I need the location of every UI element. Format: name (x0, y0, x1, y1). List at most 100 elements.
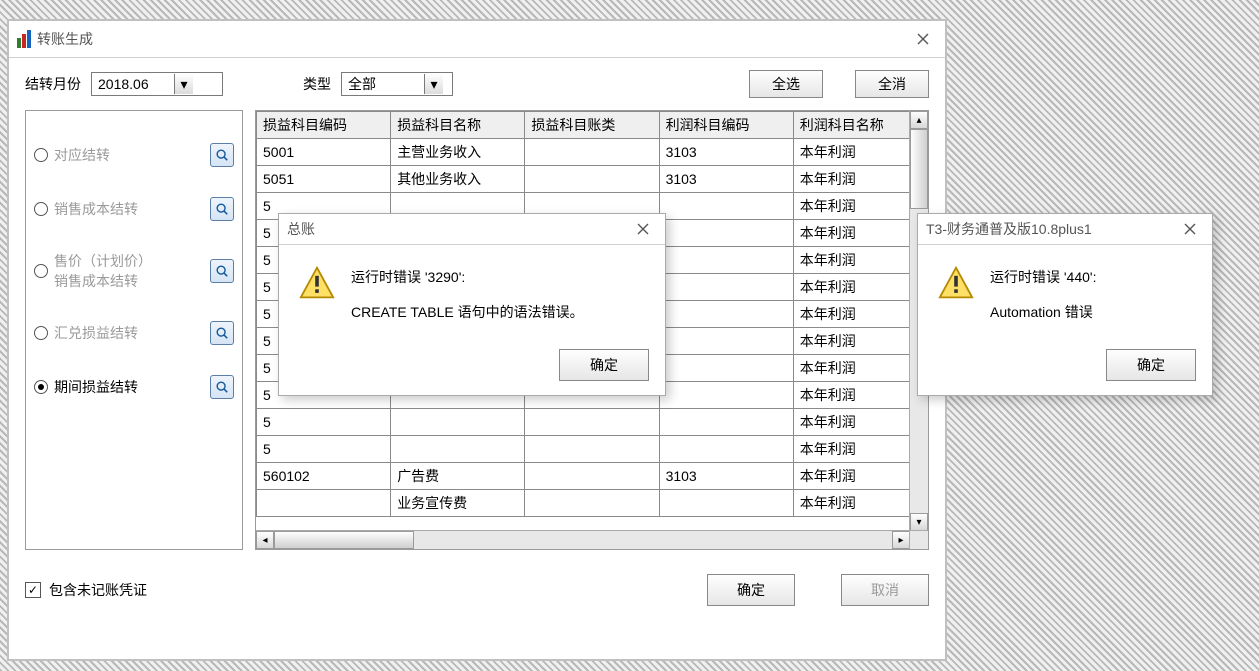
type-value: 全部 (342, 74, 424, 94)
dialog2-ok-button[interactable]: 确定 (1106, 349, 1196, 381)
search-icon[interactable] (210, 259, 234, 283)
table-cell[interactable]: 本年利润 (793, 409, 927, 436)
table-cell[interactable] (525, 166, 659, 193)
include-unposted-checkbox[interactable] (25, 582, 41, 598)
column-header[interactable]: 损益科目编码 (257, 112, 391, 139)
table-cell[interactable]: 本年利润 (793, 382, 927, 409)
table-cell[interactable]: 本年利润 (793, 355, 927, 382)
table-cell[interactable] (659, 382, 793, 409)
month-label: 结转月份 (25, 74, 81, 94)
table-cell[interactable] (659, 274, 793, 301)
table-cell[interactable]: 本年利润 (793, 328, 927, 355)
sidebar-radio-2: 售价（计划价） 销售成本结转 (34, 251, 234, 291)
table-cell[interactable] (659, 436, 793, 463)
table-cell[interactable] (659, 490, 793, 517)
table-cell[interactable] (525, 409, 659, 436)
dialog2-close-button[interactable] (1176, 217, 1204, 241)
scroll-left-button[interactable]: ◂ (256, 531, 274, 549)
sidebar-item-label: 售价（计划价） 销售成本结转 (54, 251, 204, 291)
table-cell[interactable]: 本年利润 (793, 166, 927, 193)
main-close-button[interactable] (909, 27, 937, 51)
table-cell[interactable]: 本年利润 (793, 220, 927, 247)
table-cell[interactable]: 广告费 (391, 463, 525, 490)
table-cell[interactable]: 本年利润 (793, 301, 927, 328)
month-dropdown[interactable]: 2018.06 ▾ (91, 72, 223, 96)
radio-icon (34, 326, 48, 340)
type-label: 类型 (303, 74, 331, 94)
table-cell[interactable]: 本年利润 (793, 436, 927, 463)
table-cell[interactable]: 3103 (659, 463, 793, 490)
search-icon[interactable] (210, 375, 234, 399)
table-row[interactable]: 560102广告费 3103本年利润 (257, 463, 928, 490)
column-header[interactable]: 损益科目名称 (391, 112, 525, 139)
dialog2-titlebar[interactable]: T3-财务通普及版10.8plus1 (918, 214, 1212, 245)
table-cell[interactable] (659, 220, 793, 247)
table-cell[interactable]: 5051 (257, 166, 391, 193)
table-cell[interactable]: 3103 (659, 166, 793, 193)
table-cell[interactable]: 本年利润 (793, 463, 927, 490)
column-header[interactable]: 利润科目编码 (659, 112, 793, 139)
table-cell[interactable] (659, 355, 793, 382)
table-row[interactable]: 5 本年利润 (257, 436, 928, 463)
table-cell[interactable]: 560102 (257, 463, 391, 490)
table-cell[interactable]: 本年利润 (793, 490, 927, 517)
table-cell[interactable]: 业务宣传费 (391, 490, 525, 517)
cancel-button: 取消 (841, 574, 929, 606)
error-dialog-2: T3-财务通普及版10.8plus1 运行时错误 '440': Automati… (917, 213, 1213, 396)
ok-button[interactable]: 确定 (707, 574, 795, 606)
dialog1-ok-button[interactable]: 确定 (559, 349, 649, 381)
table-cell[interactable]: 5 (257, 409, 391, 436)
column-header[interactable]: 利润科目名称 (793, 112, 927, 139)
dialog1-close-button[interactable] (629, 217, 657, 241)
table-cell[interactable] (659, 328, 793, 355)
dialog1-titlebar[interactable]: 总账 (279, 214, 665, 245)
table-cell[interactable]: 本年利润 (793, 247, 927, 274)
table-cell[interactable]: 其他业务收入 (391, 166, 525, 193)
table-row[interactable]: 业务宣传费 本年利润 (257, 490, 928, 517)
table-cell[interactable]: 5 (257, 436, 391, 463)
table-cell[interactable] (659, 301, 793, 328)
table-cell[interactable]: 本年利润 (793, 193, 927, 220)
table-cell[interactable]: 本年利润 (793, 139, 927, 166)
error-dialog-1: 总账 运行时错误 '3290': CREATE TABLE 语句中的语法错误。 … (278, 213, 666, 396)
table-cell[interactable] (525, 436, 659, 463)
search-icon[interactable] (210, 197, 234, 221)
table-cell[interactable] (525, 139, 659, 166)
table-cell[interactable] (659, 193, 793, 220)
table-cell[interactable] (257, 490, 391, 517)
select-all-button[interactable]: 全选 (749, 70, 823, 98)
table-cell[interactable] (659, 247, 793, 274)
search-icon[interactable] (210, 321, 234, 345)
table-row[interactable]: 5001主营业务收入 3103本年利润 (257, 139, 928, 166)
sidebar: 对应结转销售成本结转售价（计划价） 销售成本结转汇兑损益结转期间损益结转 (25, 110, 243, 550)
table-cell[interactable] (391, 436, 525, 463)
horizontal-scrollbar[interactable]: ◂ ▸ (256, 530, 910, 549)
scroll-thumb-vertical[interactable] (910, 129, 928, 209)
table-cell[interactable]: 5001 (257, 139, 391, 166)
table-cell[interactable] (391, 409, 525, 436)
table-cell[interactable] (525, 490, 659, 517)
type-dropdown[interactable]: 全部 ▾ (341, 72, 453, 96)
table-cell[interactable]: 本年利润 (793, 274, 927, 301)
table-cell[interactable] (659, 409, 793, 436)
search-icon[interactable] (210, 143, 234, 167)
radio-icon (34, 148, 48, 162)
column-header[interactable]: 损益科目账类 (525, 112, 659, 139)
main-titlebar[interactable]: 转账生成 (9, 21, 945, 58)
scroll-down-button[interactable]: ▾ (910, 513, 928, 531)
sidebar-radio-4[interactable]: 期间损益结转 (34, 375, 234, 399)
table-cell[interactable] (525, 463, 659, 490)
scroll-right-button[interactable]: ▸ (892, 531, 910, 549)
table-cell[interactable]: 3103 (659, 139, 793, 166)
dialog2-message-line2: Automation 错误 (990, 300, 1096, 325)
table-row[interactable]: 5051其他业务收入 3103本年利润 (257, 166, 928, 193)
app-icon (17, 30, 31, 48)
scroll-thumb-horizontal[interactable] (274, 531, 414, 549)
deselect-all-button[interactable]: 全消 (855, 70, 929, 98)
table-cell[interactable]: 主营业务收入 (391, 139, 525, 166)
sidebar-item-label: 汇兑损益结转 (54, 323, 204, 343)
scroll-up-button[interactable]: ▴ (910, 111, 928, 129)
sidebar-radio-0: 对应结转 (34, 143, 234, 167)
month-value: 2018.06 (92, 76, 174, 92)
table-row[interactable]: 5 本年利润 (257, 409, 928, 436)
